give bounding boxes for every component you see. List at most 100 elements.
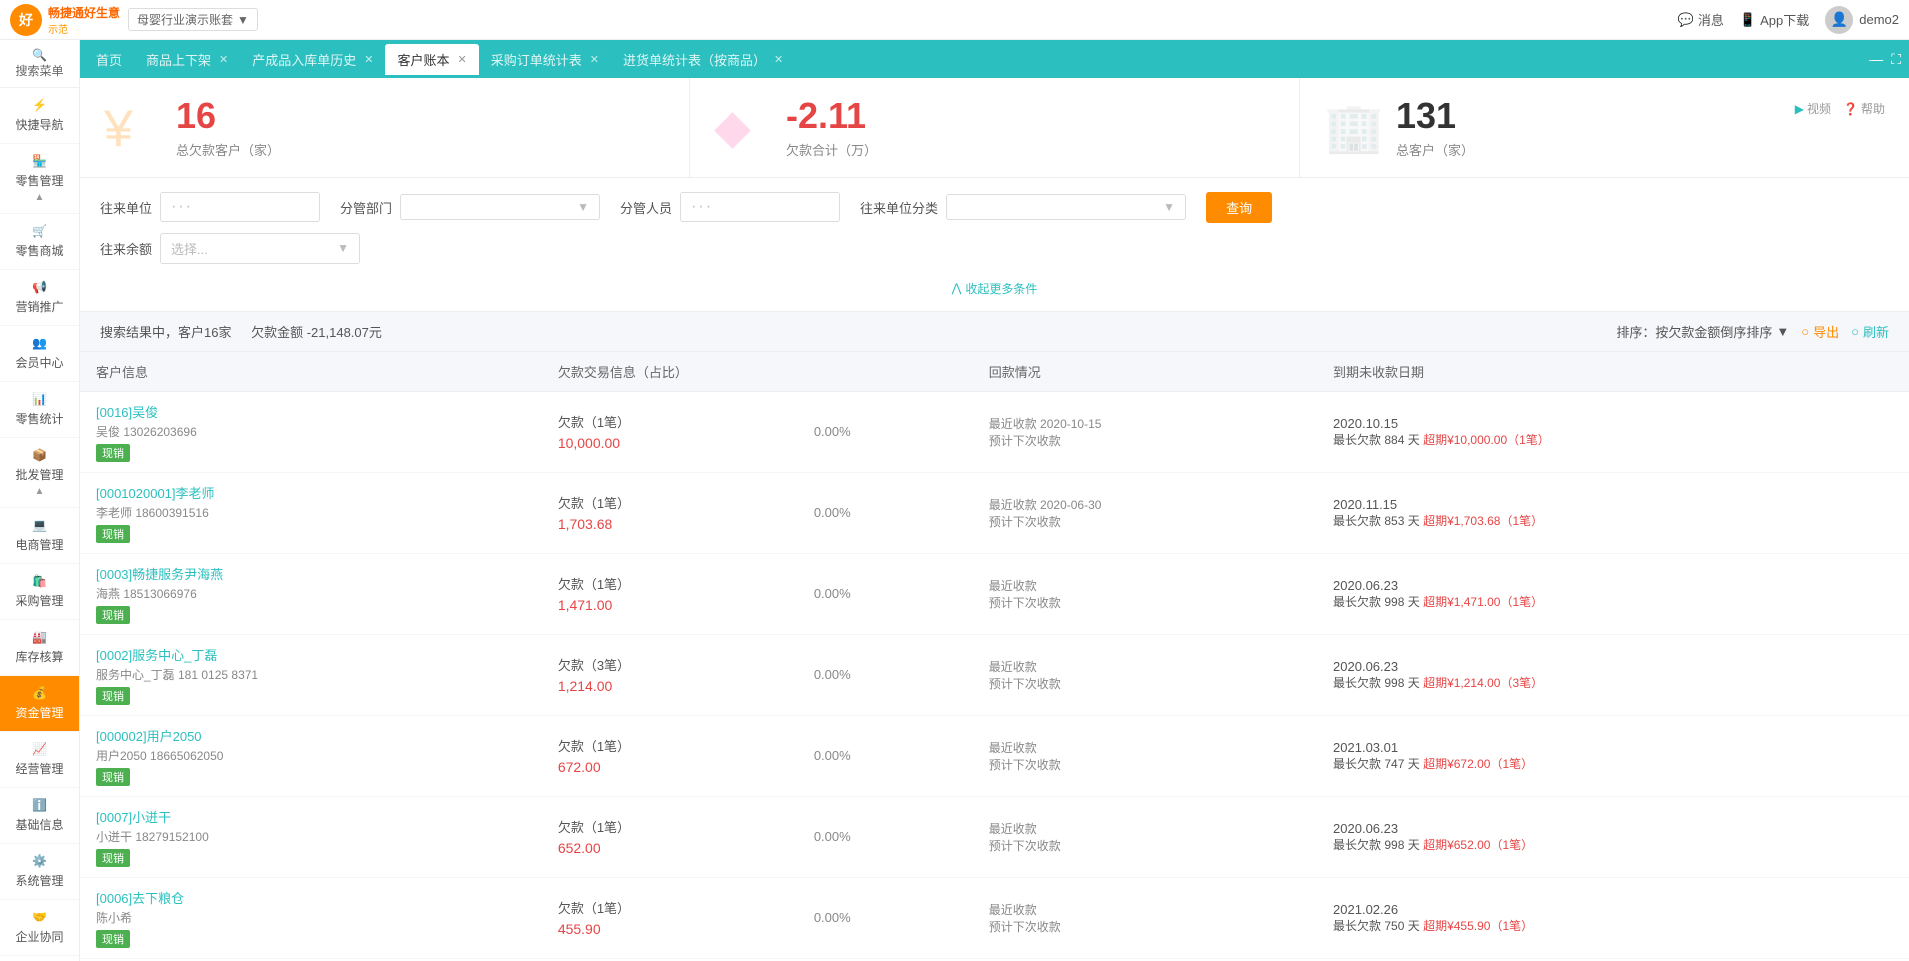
stats-icon: 📊 (32, 392, 47, 406)
collapse-label: 收起更多条件 (965, 280, 1037, 297)
customer-name-link[interactable]: [0002]服务中心_丁磊 (96, 648, 217, 663)
customer-tag: 现销 (96, 930, 130, 948)
tab-product-history-close[interactable]: ✕ (364, 53, 373, 66)
refresh-button[interactable]: ○ 刷新 (1851, 322, 1889, 341)
search-button[interactable]: 查询 (1206, 192, 1272, 223)
sidebar-item-wholesale[interactable]: 📦 批发管理 ▲ (0, 438, 79, 508)
overdue-link[interactable]: 超期¥1,703.68（1笔） (1423, 514, 1543, 528)
chevron-down-icon-cat: ▼ (1163, 200, 1175, 214)
tab-minimize-icon[interactable]: — (1869, 51, 1883, 67)
marketing-icon: 📢 (32, 280, 47, 294)
overdue-link[interactable]: 超期¥1,471.00（1笔） (1423, 595, 1543, 609)
due-date: 2020.06.23 (1333, 821, 1893, 836)
sidebar-item-retail-management[interactable]: 🏪 零售管理 ▲ (0, 144, 79, 214)
overdue-link[interactable]: 超期¥455.90（1笔） (1423, 919, 1533, 933)
sidebar-item-basic-info[interactable]: ℹ️ 基础信息 (0, 788, 79, 844)
ops-icon: 📈 (32, 742, 47, 756)
export-button[interactable]: ○ 导出 (1801, 322, 1839, 341)
overdue-info: 最长欠款 853 天 超期¥1,703.68（1笔） (1333, 512, 1893, 529)
tab-customer-ledger-close[interactable]: ✕ (458, 53, 467, 66)
tab-product-shelf-close[interactable]: ✕ (219, 53, 228, 66)
tab-purchase-stats[interactable]: 采购订单统计表 ✕ (479, 44, 611, 75)
customer-sub: 海燕 18513066976 (96, 585, 526, 602)
sort-selector[interactable]: 排序：按欠款金额倒序排序 ▼ (1616, 322, 1789, 341)
department-select[interactable]: ▼ (400, 194, 600, 220)
filter-department: 分管部门 ▼ (340, 194, 600, 220)
debt-count: 欠款（1笔） (558, 574, 774, 593)
message-button[interactable]: 💬 消息 (1678, 10, 1724, 29)
customer-name-link[interactable]: [000002]用户2050 (96, 729, 202, 744)
overdue-days: 最长欠款 998 天 (1333, 838, 1423, 852)
filter-balance-label: 往来余额 (100, 239, 152, 258)
sidebar-item-member[interactable]: 👥 会员中心 (0, 326, 79, 382)
sidebar-item-operations[interactable]: 📈 经营管理 (0, 732, 79, 788)
tab-purchase-stats-close[interactable]: ✕ (590, 53, 599, 66)
tab-maximize-icon[interactable]: ⛶ (1891, 51, 1901, 68)
debt-count: 欠款（1笔） (558, 898, 774, 917)
chevron-down-icon-dept: ▼ (577, 200, 589, 214)
partner-input[interactable]: ··· (160, 192, 320, 222)
table-row: [000002]用户2050 用户2050 18665062050 现销 欠款（… (80, 715, 1909, 796)
customer-name-link[interactable]: [0007]小迸干 (96, 810, 171, 825)
sidebar-item-system[interactable]: ⚙️ 系统管理 (0, 844, 79, 900)
debt-count-cell: 欠款（1笔） 652.00 (542, 796, 790, 877)
yuan-icon: ¥ (104, 99, 160, 155)
chevron-down-icon-sort: ▼ (1776, 324, 1789, 339)
customer-tag: 现销 (96, 768, 130, 786)
person-input[interactable]: ··· (680, 192, 840, 222)
customer-tag: 现销 (96, 849, 130, 867)
recovery-cell: 最近收款 预计下次收款 (973, 796, 1317, 877)
sidebar-item-finance[interactable]: 💰 资金管理 (0, 676, 79, 732)
due-date-cell: 2020.06.23 最长欠款 998 天 超期¥1,214.00（3笔） (1317, 634, 1909, 715)
category-select[interactable]: ▼ (946, 194, 1186, 220)
customer-name-link[interactable]: [0003]畅捷服务尹海燕 (96, 567, 223, 582)
sidebar-item-fast-nav[interactable]: ⚡ 快捷导航 (0, 88, 79, 144)
data-table-wrapper: 客户信息 欠款交易信息（占比） 回款情况 到期未收款日期 [0016]吴俊 吴俊… (80, 352, 1909, 961)
search-menu[interactable]: 🔍 搜索菜单 (0, 40, 79, 88)
overdue-link[interactable]: 超期¥652.00（1笔） (1423, 838, 1533, 852)
debt-ratio-cell: 0.00% (790, 796, 973, 877)
tab-inbound-stats[interactable]: 进货单统计表（按商品） ✕ (611, 44, 795, 75)
customer-name-link[interactable]: [0001020001]李老师 (96, 486, 215, 501)
mobile-icon: 📱 (1740, 12, 1756, 28)
tab-product-shelf[interactable]: 商品上下架 ✕ (134, 44, 240, 75)
company-selector[interactable]: 母婴行业演示账套 ▼ (128, 8, 258, 31)
table-row: [0002]服务中心_丁磊 服务中心_丁磊 181 0125 8371 现销 欠… (80, 634, 1909, 715)
help-button[interactable]: ❓ 帮助 (1843, 100, 1885, 117)
sidebar-item-marketing[interactable]: 📢 营销推广 (0, 270, 79, 326)
tab-home[interactable]: 首页 (84, 44, 134, 75)
last-payment: 最近收款 2020-06-30 (989, 496, 1301, 513)
sidebar-item-retail-stats[interactable]: 📊 零售统计 (0, 382, 79, 438)
sidebar-item-ecommerce[interactable]: 💻 电商管理 (0, 508, 79, 564)
debt-count-cell: 欠款（3笔） 1,214.00 (542, 634, 790, 715)
customer-name-link[interactable]: [0016]吴俊 (96, 405, 158, 420)
sidebar-item-inventory[interactable]: 🏭 库存核算 (0, 620, 79, 676)
user-menu[interactable]: 👤 demo2 (1825, 6, 1899, 34)
sidebar-item-guide[interactable]: 🎓 新手引导 (0, 956, 79, 961)
tab-inbound-stats-close[interactable]: ✕ (774, 53, 783, 66)
due-date: 2020.11.15 (1333, 497, 1893, 512)
last-payment: 最近收款 (989, 658, 1301, 675)
sidebar-item-retail-mall[interactable]: 🛒 零售商城 (0, 214, 79, 270)
table-row: [0006]去下粮仓 陈小希 现销 欠款（1笔） 455.90 0.00% 最近… (80, 877, 1909, 958)
tab-customer-ledger[interactable]: 客户账本 ✕ (385, 44, 478, 75)
overdue-link[interactable]: 超期¥10,000.00（1笔） (1423, 433, 1550, 447)
stat-debt-customers-number: 16 (176, 96, 280, 136)
sidebar-item-enterprise[interactable]: 🤝 企业协同 (0, 900, 79, 956)
customer-name-link[interactable]: [0006]去下粮仓 (96, 891, 184, 906)
balance-select[interactable]: 选择... ▼ (160, 233, 360, 264)
customer-tag: 现销 (96, 525, 130, 543)
due-date-cell: 2020.06.23 最长欠款 998 天 超期¥1,471.00（1笔） (1317, 553, 1909, 634)
collapse-row[interactable]: ⋀ 收起更多条件 (100, 274, 1889, 303)
due-date: 2020.06.23 (1333, 578, 1893, 593)
sidebar-item-purchase[interactable]: 🛍️ 采购管理 (0, 564, 79, 620)
overdue-link[interactable]: 超期¥672.00（1笔） (1423, 757, 1533, 771)
recovery-cell: 最近收款 预计下次收款 (973, 634, 1317, 715)
overdue-link[interactable]: 超期¥1,214.00（3笔） (1423, 676, 1543, 690)
tab-product-history[interactable]: 产成品入库单历史 ✕ (240, 44, 385, 75)
overdue-days: 最长欠款 750 天 (1333, 919, 1423, 933)
customer-info-cell: [0003]畅捷服务尹海燕 海燕 18513066976 现销 (80, 553, 542, 634)
debt-ratio-cell: 0.00% (790, 553, 973, 634)
video-button[interactable]: ▶ 视频 (1795, 100, 1831, 117)
app-download-button[interactable]: 📱 App下载 (1740, 10, 1809, 29)
